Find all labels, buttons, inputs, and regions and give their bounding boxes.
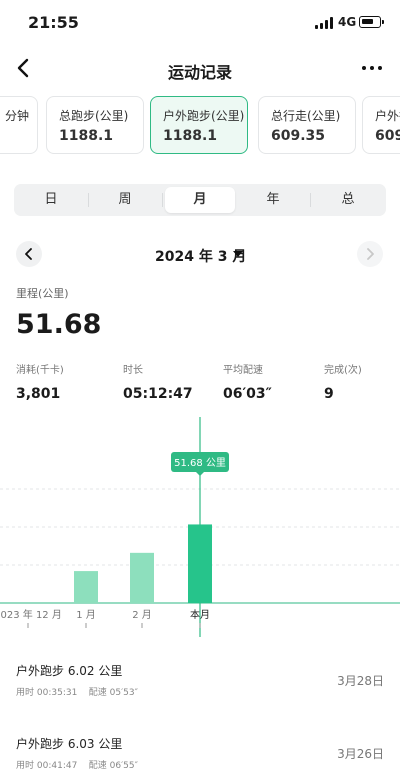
record-title: 户外跑步 6.03 公里	[16, 737, 123, 751]
more-button[interactable]	[360, 56, 384, 80]
summary-cards: 分钟 总跑步(公里) 1188.1 户外跑步(公里) 1188.1 总行走(公里…	[0, 90, 400, 170]
pace-value: 06′55″	[109, 761, 138, 771]
card-value: 609.35	[271, 128, 326, 144]
next-period-button[interactable]	[357, 241, 383, 267]
list-item[interactable]: 户外跑步 6.03 公里 用时 00:41:47 配速 06′55″ 3月26日	[0, 718, 400, 779]
stat-value: 06′03″	[223, 386, 272, 402]
tab-month[interactable]: 月	[165, 187, 235, 213]
network-type: 4G	[338, 15, 357, 29]
card-label: 总跑步(公里)	[59, 109, 129, 123]
chevron-left-icon	[25, 248, 32, 260]
summary-card-outdoor-walk[interactable]: 户外行 609	[362, 96, 400, 154]
pace-value: 05′53″	[109, 688, 138, 698]
record-title: 户外跑步 6.02 公里	[16, 664, 123, 678]
card-label: 户外行	[375, 109, 400, 123]
metric-label: 里程(公里)	[16, 287, 69, 300]
stat-label: 平均配速	[223, 365, 263, 376]
signal-icon	[315, 17, 335, 29]
stat-label: 完成(次)	[324, 365, 362, 376]
summary-card[interactable]: 分钟	[0, 96, 38, 154]
stat-value: 9	[324, 386, 334, 402]
chart-bar	[188, 524, 212, 603]
tab-day[interactable]: 日	[16, 187, 86, 213]
status-time: 21:55	[28, 13, 79, 32]
pace-label: 配速	[88, 688, 107, 698]
divider	[310, 193, 311, 207]
period-selector: 日 周 月 年 总	[14, 184, 386, 216]
chart-bar	[74, 571, 98, 603]
stat-label: 时长	[123, 365, 143, 376]
stat-completed: 完成(次) 9	[324, 361, 362, 402]
stat-avg-pace: 平均配速 06′03″	[223, 361, 272, 402]
duration-value: 00:35:31	[36, 688, 78, 698]
divider	[162, 193, 163, 207]
card-label: 户外跑步(公里)	[163, 109, 245, 123]
card-value: 1188.1	[163, 128, 218, 144]
stat-value: 05:12:47	[123, 386, 193, 402]
tooltip-pointer	[196, 472, 204, 476]
stat-calories: 消耗(千卡) 3,801	[16, 361, 64, 402]
x-tick-label: 2023 年 12 月	[0, 608, 62, 621]
tooltip-label: 51.68 公里	[174, 457, 226, 469]
tab-week[interactable]: 周	[90, 187, 160, 213]
chevron-right-icon	[367, 248, 374, 260]
record-subtitle: 用时 00:35:31 配速 05′53″	[16, 685, 138, 698]
stat-value: 3,801	[16, 386, 61, 402]
card-label: 总行走(公里)	[271, 109, 341, 123]
page-title: 运动记录	[167, 63, 232, 82]
prev-period-button[interactable]	[16, 241, 42, 267]
x-tick-label: 本月	[190, 608, 210, 621]
record-date: 3月28日	[337, 674, 384, 688]
list-item[interactable]: 户外跑步 6.02 公里 用时 00:35:31 配速 05′53″ 3月28日	[0, 645, 400, 711]
metric-value: 51.68	[16, 309, 102, 340]
stats-panel: 2024 年 3 月 里程(公里) 51.68 消耗(千卡) 3,801 时长 …	[0, 235, 400, 645]
summary-card-total-run[interactable]: 总跑步(公里) 1188.1	[46, 96, 144, 154]
status-bar: 21:55 4G	[0, 0, 400, 46]
tab-year[interactable]: 年	[238, 187, 308, 213]
card-value: 1188.1	[59, 128, 114, 144]
record-date: 3月26日	[337, 747, 384, 761]
divider	[88, 193, 89, 207]
record-list: 户外跑步 6.02 公里 用时 00:35:31 配速 05′53″ 3月28日…	[0, 645, 400, 779]
nav-bar: 运动记录	[0, 46, 400, 90]
x-tick-label: 1 月	[76, 609, 96, 621]
chart-bar	[130, 552, 154, 603]
dropdown-caret-icon[interactable]	[233, 251, 243, 257]
stat-label: 消耗(千卡)	[16, 365, 64, 376]
record-subtitle: 用时 00:41:47 配速 06′55″	[16, 758, 138, 771]
summary-card-total-walk[interactable]: 总行走(公里) 609.35	[258, 96, 356, 154]
duration-label: 用时	[16, 761, 35, 771]
battery-icon	[359, 16, 384, 28]
period-selector-area: 日 周 月 年 总	[0, 170, 400, 235]
card-value: 609	[375, 128, 400, 144]
stat-duration: 时长 05:12:47	[123, 361, 193, 402]
tab-total[interactable]: 总	[313, 187, 383, 213]
summary-card-outdoor-run[interactable]: 户外跑步(公里) 1188.1	[150, 96, 248, 154]
duration-value: 00:41:47	[36, 761, 78, 771]
x-tick-label: 2 月	[132, 609, 152, 621]
pace-label: 配速	[88, 761, 107, 771]
mileage-chart[interactable]: 2023 年 12 月 1 月 2 月 本月 51.68 公里	[0, 417, 400, 645]
card-label: 分钟	[5, 109, 30, 123]
duration-label: 用时	[16, 688, 35, 698]
chart-svg: 2023 年 12 月 1 月 2 月 本月 51.68 公里	[0, 417, 400, 637]
